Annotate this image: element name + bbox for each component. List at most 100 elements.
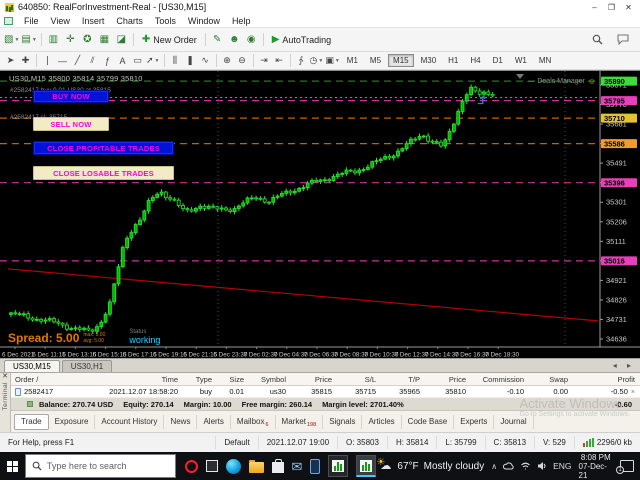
- buy-now-button[interactable]: BUY NOW: [33, 90, 109, 103]
- navigator-icon[interactable]: ✪: [79, 31, 96, 48]
- timeframe-m15[interactable]: M15: [388, 54, 414, 67]
- line-chart-icon[interactable]: ∿: [198, 54, 213, 68]
- tab-scroll-arrows[interactable]: ◂ ▸: [613, 361, 635, 370]
- terminal-tab-code-base[interactable]: Code Base: [402, 414, 455, 429]
- close-order-button[interactable]: ×: [631, 389, 635, 396]
- web-community-icon[interactable]: ◉: [243, 31, 260, 48]
- timeframe-m1[interactable]: M1: [342, 54, 363, 67]
- menu-window[interactable]: Window: [182, 16, 226, 26]
- market-watch-icon[interactable]: ▥: [45, 31, 62, 48]
- data-window-icon[interactable]: ✛: [62, 31, 79, 48]
- periods-icon[interactable]: ◷ ▼: [309, 54, 325, 68]
- menu-view[interactable]: View: [45, 16, 76, 26]
- timeframe-mn[interactable]: MN: [534, 54, 556, 67]
- chart-shift-icon[interactable]: ⇤: [272, 54, 287, 68]
- terminal-panel-icon[interactable]: ▦: [96, 31, 113, 48]
- edge-icon[interactable]: [225, 458, 241, 474]
- close-losable-trades-button[interactable]: CLOSE LOSABLE TRADES: [33, 166, 174, 180]
- taskbar-search[interactable]: [24, 454, 176, 478]
- profiles-icon[interactable]: ▤ ▼: [20, 31, 37, 48]
- terminal-tab-experts[interactable]: Experts: [454, 414, 495, 429]
- sell-now-button[interactable]: SELL NOW: [33, 117, 109, 131]
- wifi-icon[interactable]: [520, 461, 531, 471]
- text-label-icon[interactable]: ▭: [130, 54, 145, 68]
- microsoft-store-icon[interactable]: [271, 458, 284, 473]
- terminal-tab-mailbox[interactable]: Mailbox 6: [231, 414, 276, 429]
- crosshair-icon[interactable]: ✚: [18, 54, 33, 68]
- auto-scroll-icon[interactable]: ⇥: [257, 54, 272, 68]
- expert-advisors-icon[interactable]: ☻: [226, 31, 243, 48]
- taskbar-clock[interactable]: 8:08 PM 07-Dec-21: [579, 453, 613, 480]
- cursor-icon[interactable]: ➤: [3, 54, 18, 68]
- terminal-tab-account-history[interactable]: Account History: [95, 414, 165, 429]
- terminal-tab-articles[interactable]: Articles: [362, 414, 402, 429]
- text-icon[interactable]: A: [115, 54, 130, 68]
- terminal-tab-exposure[interactable]: Exposure: [49, 414, 96, 429]
- chart-window-icon[interactable]: [4, 16, 13, 25]
- task-view-icon[interactable]: [205, 460, 218, 472]
- equidistant-channel-icon[interactable]: ⫽: [85, 54, 100, 68]
- close-profitable-trades-button[interactable]: CLOSE PROFITABLE TRADES: [33, 141, 174, 155]
- new-order-button[interactable]: ✚ New Order: [137, 31, 202, 48]
- terminal-tab-market[interactable]: Market 198: [276, 414, 324, 429]
- menu-file[interactable]: File: [18, 16, 45, 26]
- menu-charts[interactable]: Charts: [110, 16, 149, 26]
- zoom-in-icon[interactable]: ⊕: [220, 54, 235, 68]
- close-button[interactable]: ✕: [620, 3, 637, 12]
- terminal-tab-trade[interactable]: Trade: [14, 413, 49, 430]
- opera-icon[interactable]: [184, 459, 198, 473]
- timeframe-m5[interactable]: M5: [365, 54, 386, 67]
- terminal-tab-news[interactable]: News: [164, 414, 198, 429]
- new-chart-icon[interactable]: ▧ ▼: [3, 31, 20, 48]
- language-indicator[interactable]: ENG: [553, 461, 571, 471]
- speaker-icon[interactable]: [537, 461, 547, 471]
- metaeditor-icon[interactable]: ✎: [209, 31, 226, 48]
- restore-button[interactable]: ❐: [603, 3, 620, 12]
- onedrive-icon[interactable]: [503, 461, 514, 471]
- hidden-icons-chevron[interactable]: ∧: [491, 462, 497, 471]
- menu-insert[interactable]: Insert: [76, 16, 111, 26]
- metatrader-taskbar-icon[interactable]: [328, 455, 349, 477]
- menu-help[interactable]: Help: [226, 16, 257, 26]
- menu-tools[interactable]: Tools: [149, 16, 182, 26]
- chart-tab-us30-h1[interactable]: US30,H1: [61, 360, 113, 372]
- autotrading-button[interactable]: ▶ AutoTrading: [267, 31, 336, 48]
- fibonacci-icon[interactable]: ƒ: [100, 54, 115, 68]
- search-input[interactable]: [46, 461, 169, 471]
- bar-chart-icon[interactable]: ⫼: [168, 54, 183, 68]
- candle-body: [477, 90, 482, 95]
- file-explorer-icon[interactable]: [248, 459, 264, 473]
- trendline-icon[interactable]: ╱: [70, 54, 85, 68]
- order-row[interactable]: 2582417 2021.12.07 18:58:20 buy 0.01 us30 358…: [11, 386, 640, 398]
- vertical-line-icon[interactable]: ❘: [40, 54, 55, 68]
- deals-manager-label[interactable]: — Deals Manager ☺: [527, 77, 596, 86]
- terminal-close-icon[interactable]: ✕: [2, 373, 8, 381]
- chart-area[interactable]: 3587135776356813558635491353963530135206…: [0, 70, 640, 358]
- chart-tab-us30-m15[interactable]: US30,M15: [4, 360, 60, 372]
- timeframe-m30[interactable]: M30: [416, 54, 442, 67]
- mail-icon[interactable]: ✉: [292, 460, 303, 473]
- your-phone-icon[interactable]: [310, 458, 321, 474]
- weather-widget[interactable]: ☀ ☁ 67°F Mostly cloudy: [376, 457, 484, 473]
- metatrader-taskbar-icon-active[interactable]: [356, 455, 377, 477]
- indicators-icon[interactable]: ∱: [294, 54, 309, 68]
- strategy-tester-icon[interactable]: ◪: [113, 31, 130, 48]
- statusbar-profile[interactable]: Default: [216, 436, 259, 449]
- arrows-icon[interactable]: ➚ ▼: [145, 54, 161, 68]
- minimize-button[interactable]: –: [586, 3, 603, 12]
- timeframe-h4[interactable]: H4: [465, 54, 485, 67]
- terminal-tab-alerts[interactable]: Alerts: [197, 414, 231, 429]
- terminal-tab-journal[interactable]: Journal: [494, 414, 534, 429]
- templates-icon[interactable]: ▣ ▼: [324, 54, 340, 68]
- candlestick-chart-icon[interactable]: ❚: [183, 54, 198, 68]
- timeframe-w1[interactable]: W1: [510, 54, 532, 67]
- start-button[interactable]: [0, 452, 25, 480]
- search-icon[interactable]: [589, 31, 606, 48]
- horizontal-line-icon[interactable]: ―: [55, 54, 70, 68]
- zoom-out-icon[interactable]: ⊖: [235, 54, 250, 68]
- timeframe-d1[interactable]: D1: [488, 54, 508, 67]
- terminal-tab-signals[interactable]: Signals: [323, 414, 363, 429]
- notification-center-icon[interactable]: 1: [616, 460, 634, 474]
- chat-icon[interactable]: [614, 31, 631, 48]
- timeframe-h1[interactable]: H1: [443, 54, 463, 67]
